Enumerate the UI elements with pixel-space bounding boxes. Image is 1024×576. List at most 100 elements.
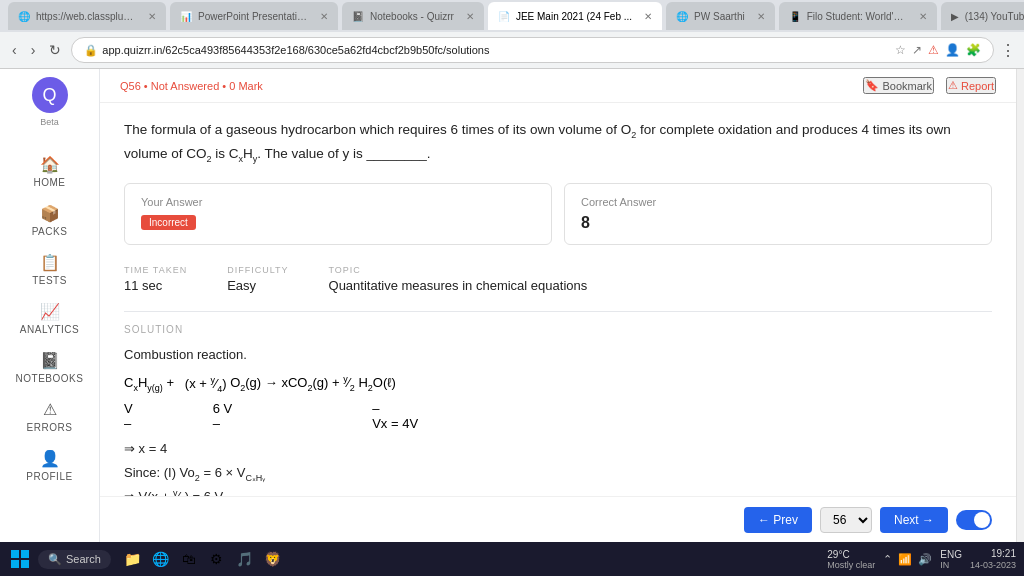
toggle-switch[interactable] xyxy=(956,510,992,530)
windows-start-icon[interactable] xyxy=(8,547,32,571)
settings-button[interactable]: ⋮ xyxy=(1000,41,1016,60)
beta-label: Beta xyxy=(40,117,59,127)
taskbar-settings[interactable]: ⚙ xyxy=(205,547,229,571)
taskbar-chrome[interactable]: 🌐 xyxy=(149,547,173,571)
tab-favicon: 📱 xyxy=(789,11,801,22)
profile-icon: 👤 xyxy=(40,449,60,468)
sidebar-label: PROFILE xyxy=(26,471,72,482)
sidebar-item-profile[interactable]: 👤 PROFILE xyxy=(0,441,99,490)
tab-favicon: 📄 xyxy=(498,11,510,22)
language-indicator: ENG IN xyxy=(940,549,962,570)
tab-powerpoint[interactable]: 📊 PowerPoint Presentation ✕ xyxy=(170,2,338,30)
report-icon: ⚠ xyxy=(948,79,958,92)
sidebar-label: PACKS xyxy=(32,226,68,237)
account-icon[interactable]: 👤 xyxy=(945,43,960,57)
taskbar: 🔍 Search 📁 🌐 🛍 ⚙ 🎵 🦁 29°C Mostly clear ⌃… xyxy=(0,542,1024,576)
svg-rect-1 xyxy=(21,550,29,558)
svg-rect-3 xyxy=(21,560,29,568)
scrollbar[interactable] xyxy=(1016,69,1024,576)
toggle-knob xyxy=(974,512,990,528)
taskbar-search-label: Search xyxy=(66,553,101,565)
main-layout: Q Beta 🏠 HOME 📦 PACKS 📋 TESTS 📈 ANALYTIC… xyxy=(0,69,1024,576)
q-number: Q56 xyxy=(120,80,141,92)
difficulty-meta: DIFFICULTY Easy xyxy=(227,265,288,293)
sys-tray-icon: ⌃ xyxy=(883,553,892,566)
taskbar-spotify[interactable]: 🎵 xyxy=(233,547,257,571)
bookmark-star-icon[interactable]: ☆ xyxy=(895,43,906,57)
tab-close[interactable]: ✕ xyxy=(757,11,765,22)
correct-answer-box: Correct Answer 8 xyxy=(564,183,992,245)
content-area: Q56 • Not Answered • 0 Mark 🔖 Bookmark ⚠… xyxy=(100,69,1016,576)
tab-close[interactable]: ✕ xyxy=(148,11,156,22)
back-button[interactable]: ‹ xyxy=(8,40,21,60)
prev-button[interactable]: ← Prev xyxy=(744,507,812,533)
tab-close[interactable]: ✕ xyxy=(320,11,328,22)
forward-button[interactable]: › xyxy=(27,40,40,60)
bookmark-button[interactable]: 🔖 Bookmark xyxy=(863,77,934,94)
question-text: The formula of a gaseous hydrocarbon whi… xyxy=(124,119,992,167)
tab-close[interactable]: ✕ xyxy=(919,11,927,22)
tab-jee-main[interactable]: 📄 JEE Main 2021 (24 Feb ... ✕ xyxy=(488,2,662,30)
sidebar-item-tests[interactable]: 📋 TESTS xyxy=(0,245,99,294)
page-select[interactable]: 56 xyxy=(820,507,872,533)
your-answer-box: Your Answer Incorrect xyxy=(124,183,552,245)
language-sub: IN xyxy=(940,560,962,570)
notebooks-icon: 📓 xyxy=(40,351,60,370)
next-button[interactable]: Next → xyxy=(880,507,948,533)
time-taken-value: 11 sec xyxy=(124,278,187,293)
tab-filo[interactable]: 📱 Filo Student: World's Only ... ✕ xyxy=(779,2,937,30)
nav-bar: ← Prev 56 Next → xyxy=(100,496,1016,543)
taskbar-search[interactable]: 🔍 Search xyxy=(38,550,111,569)
difficulty-label: DIFFICULTY xyxy=(227,265,288,275)
answer-section: Your Answer Incorrect Correct Answer 8 xyxy=(124,183,992,245)
v-col3-top: – xyxy=(372,401,418,416)
reload-button[interactable]: ↻ xyxy=(45,40,65,60)
tab-youtube[interactable]: ▶ (134) YouTube ✕ xyxy=(941,2,1024,30)
time-taken-meta: TIME TAKEN 11 sec xyxy=(124,265,187,293)
tab-classplusapp[interactable]: 🌐 https://web.classplusapp.c... ✕ xyxy=(8,2,166,30)
sidebar-item-packs[interactable]: 📦 PACKS xyxy=(0,196,99,245)
share-icon[interactable]: ↗ xyxy=(912,43,922,57)
search-icon: 🔍 xyxy=(48,553,62,566)
not-answered-label: Not Answered xyxy=(151,80,219,92)
v-col3-bot: Vx = 4V xyxy=(372,416,418,431)
taskbar-store[interactable]: 🛍 xyxy=(177,547,201,571)
address-bar[interactable]: 🔒 app.quizrr.in/62c5ca493f85644353f2e168… xyxy=(71,37,994,63)
breadcrumb-sep1: • xyxy=(144,80,151,92)
sidebar-item-notebooks[interactable]: 📓 NOTEBOOKS xyxy=(0,343,99,392)
logo: Q xyxy=(32,77,68,113)
taskbar-file-explorer[interactable]: 📁 xyxy=(121,547,145,571)
taskbar-sys-tray: ⌃ 📶 🔊 xyxy=(883,553,932,566)
taskbar-right: 29°C Mostly clear ⌃ 📶 🔊 ENG IN 19:21 14-… xyxy=(827,547,1016,572)
network-icon: 📶 xyxy=(898,553,912,566)
tab-close[interactable]: ✕ xyxy=(466,11,474,22)
clock-time: 19:21 xyxy=(970,547,1016,560)
errors-icon: ⚠ xyxy=(43,400,57,419)
report-button[interactable]: ⚠ Report xyxy=(946,77,996,94)
correct-answer-label: Correct Answer xyxy=(581,196,975,208)
taskbar-clock: 19:21 14-03-2023 xyxy=(970,547,1016,572)
sidebar-label: TESTS xyxy=(32,275,67,286)
sidebar-item-errors[interactable]: ⚠ ERRORS xyxy=(0,392,99,441)
packs-icon: 📦 xyxy=(40,204,60,223)
tests-icon: 📋 xyxy=(40,253,60,272)
v-col2-top: 6 V xyxy=(213,401,233,416)
taskbar-brave[interactable]: 🦁 xyxy=(261,547,285,571)
taskbar-pinned-icons: 📁 🌐 🛍 ⚙ 🎵 🦁 xyxy=(121,547,285,571)
your-answer-label: Your Answer xyxy=(141,196,535,208)
weather-temp: 29°C xyxy=(827,549,875,560)
volume-table: V – 6 V – – Vx = 4V xyxy=(124,401,992,431)
divider xyxy=(124,311,992,312)
sidebar-label: ANALYTICS xyxy=(20,324,79,335)
bookmark-label: Bookmark xyxy=(882,80,932,92)
breadcrumb: Q56 • Not Answered • 0 Mark xyxy=(120,80,263,92)
topic-label: TOPIC xyxy=(329,265,588,275)
tab-notebooks[interactable]: 📓 Notebooks - Quizrr ✕ xyxy=(342,2,484,30)
extension-icon[interactable]: 🧩 xyxy=(966,43,981,57)
sidebar-item-home[interactable]: 🏠 HOME xyxy=(0,147,99,196)
tab-label: (134) YouTube xyxy=(965,11,1024,22)
sidebar-item-analytics[interactable]: 📈 ANALYTICS xyxy=(0,294,99,343)
tab-close[interactable]: ✕ xyxy=(644,11,652,22)
volume-icon[interactable]: 🔊 xyxy=(918,553,932,566)
tab-pw-saarthi[interactable]: 🌐 PW Saarthi ✕ xyxy=(666,2,775,30)
